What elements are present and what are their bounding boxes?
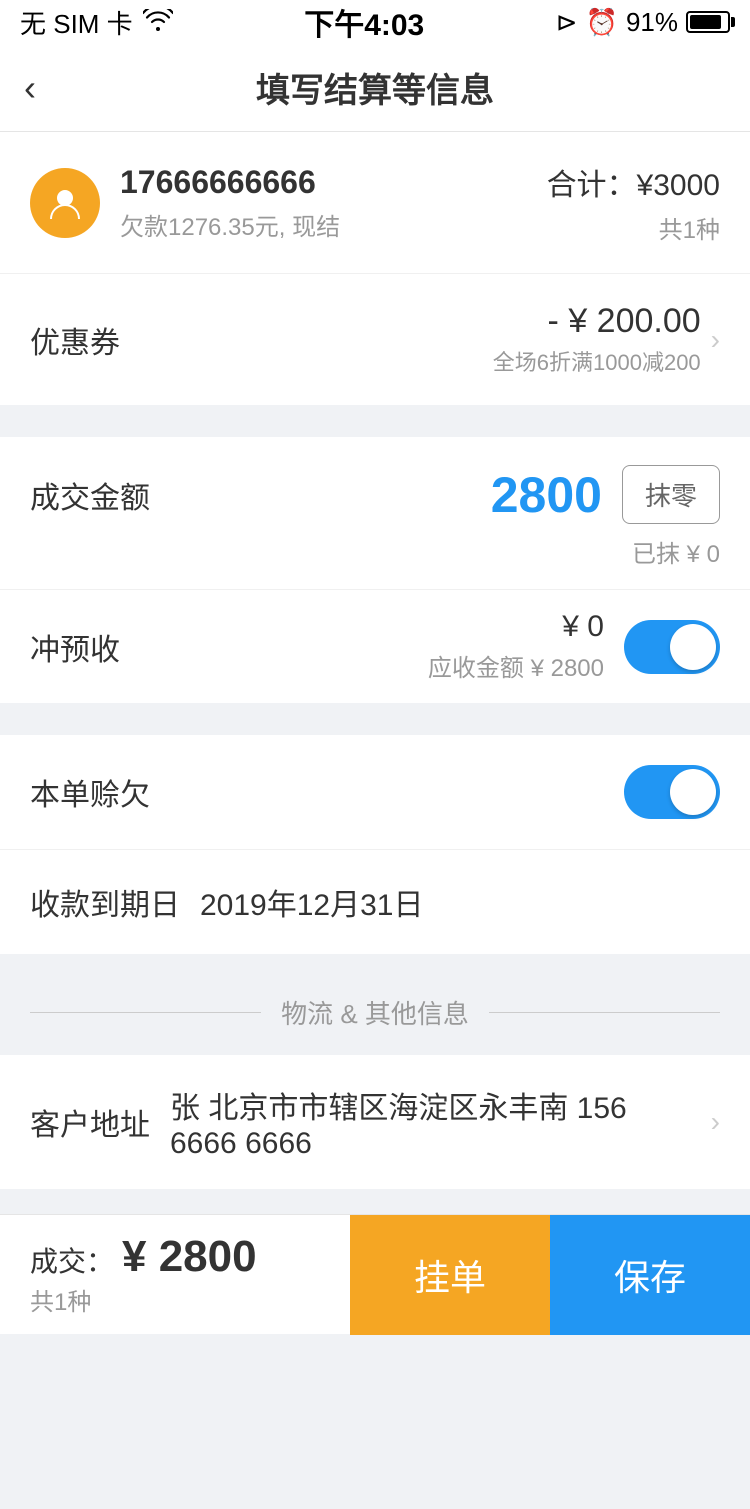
due-date-value: 2019年12月31日 xyxy=(200,880,423,924)
prepay-amount: ¥ 0 xyxy=(428,610,604,644)
battery-percent: 91% xyxy=(626,7,678,38)
no-sim-text: 无 SIM 卡 xyxy=(20,4,133,41)
prepay-amount-group: ¥ 0 应收金额 ¥ 2800 xyxy=(428,610,604,683)
back-button[interactable]: ‹ xyxy=(24,67,36,109)
total-amount: 合计：¥3000 xyxy=(547,160,720,204)
customer-row: 17666666666 欠款1276.35元, 现结 合计：¥3000 共1种 xyxy=(0,132,750,273)
logistics-header: 物流 & 其他信息 xyxy=(0,970,750,1055)
transaction-row: 成交金额 2800 抹零 xyxy=(0,437,750,534)
round-button[interactable]: 抹零 xyxy=(622,465,720,524)
coupon-chevron-icon: › xyxy=(711,324,720,356)
coupon-discount-desc: 全场6折满1000减200 xyxy=(493,345,701,377)
debt-label: 本单赊欠 xyxy=(30,770,150,814)
address-label: 客户地址 xyxy=(30,1100,150,1144)
transaction-right: 2800 抹零 xyxy=(491,465,720,524)
prepay-subtext: 应收金额 ¥ 2800 xyxy=(428,648,604,683)
due-date-label: 收款到期日 xyxy=(30,880,180,924)
address-value: 张 北京市市辖区海淀区永丰南 156 6666 6666 xyxy=(150,1083,711,1161)
address-row[interactable]: 客户地址 张 北京市市辖区海淀区永丰南 156 6666 6666 › xyxy=(0,1055,750,1189)
logistics-line-left xyxy=(30,1012,261,1013)
transaction-subtext: 已抹 ¥ 0 xyxy=(632,534,720,569)
prepay-toggle[interactable] xyxy=(624,620,720,674)
bottom-total-label: 成交： xyxy=(30,1240,114,1280)
customer-phone: 17666666666 xyxy=(120,164,340,201)
customer-right: 合计：¥3000 共1种 xyxy=(547,160,720,245)
debt-toggle-thumb xyxy=(670,769,716,815)
total-count: 共1种 xyxy=(547,210,720,245)
hangup-button[interactable]: 挂单 xyxy=(350,1215,550,1335)
status-bar: 无 SIM 卡 下午4:03 ⊳ ⏰ 91% xyxy=(0,0,750,44)
debt-toggle[interactable] xyxy=(624,765,720,819)
avatar xyxy=(30,168,100,238)
status-time: 下午4:03 xyxy=(304,0,424,44)
transaction-label: 成交金额 xyxy=(30,473,150,517)
prepay-right: ¥ 0 应收金额 ¥ 2800 xyxy=(428,610,720,683)
customer-info: 17666666666 欠款1276.35元, 现结 xyxy=(120,164,340,242)
transaction-sub-row: 已抹 ¥ 0 xyxy=(0,534,750,589)
bottom-count: 共1种 xyxy=(30,1282,320,1317)
toggle-thumb xyxy=(670,624,716,670)
coupon-discount: - ¥ 200.00 全场6折满1000减200 xyxy=(493,302,701,377)
wifi-icon xyxy=(143,7,173,38)
customer-subtext: 欠款1276.35元, 现结 xyxy=(120,207,340,242)
bottom-bar: 成交： ¥ 2800 共1种 挂单 保存 xyxy=(0,1214,750,1334)
transaction-amount: 2800 xyxy=(491,466,602,524)
customer-section: 17666666666 欠款1276.35元, 现结 合计：¥3000 共1种 … xyxy=(0,132,750,405)
coupon-right: - ¥ 200.00 全场6折满1000减200 › xyxy=(493,302,720,377)
due-date-row: 收款到期日 2019年12月31日 xyxy=(0,849,750,954)
coupon-label: 优惠券 xyxy=(30,318,120,362)
battery-icon xyxy=(686,11,730,33)
alarm-icon: ⏰ xyxy=(586,7,618,38)
logistics-line-right xyxy=(489,1012,720,1013)
logistics-title: 物流 & 其他信息 xyxy=(261,994,489,1031)
transaction-section: 成交金额 2800 抹零 已抹 ¥ 0 冲预收 ¥ 0 应收金额 ¥ 2800 xyxy=(0,437,750,703)
prepay-label: 冲预收 xyxy=(30,625,120,669)
address-chevron-icon: › xyxy=(711,1106,720,1138)
customer-left: 17666666666 欠款1276.35元, 现结 xyxy=(30,164,340,242)
debt-section: 本单赊欠 xyxy=(0,735,750,849)
location-icon: ⊳ xyxy=(556,7,578,38)
section-divider-1 xyxy=(0,421,750,437)
save-button[interactable]: 保存 xyxy=(550,1215,750,1335)
section-divider-3 xyxy=(0,954,750,970)
page-title: 填写结算等信息 xyxy=(256,63,494,112)
status-right: ⊳ ⏰ 91% xyxy=(556,7,730,38)
bottom-total-amount: ¥ 2800 xyxy=(122,1232,257,1282)
coupon-discount-amount: - ¥ 200.00 xyxy=(493,302,701,341)
section-divider-2 xyxy=(0,719,750,735)
bottom-total: 成交： ¥ 2800 共1种 xyxy=(0,1232,350,1317)
status-left: 无 SIM 卡 xyxy=(20,4,173,41)
nav-bar: ‹ 填写结算等信息 xyxy=(0,44,750,132)
coupon-row[interactable]: 优惠券 - ¥ 200.00 全场6折满1000减200 › xyxy=(0,273,750,405)
prepay-row: 冲预收 ¥ 0 应收金额 ¥ 2800 xyxy=(0,589,750,703)
